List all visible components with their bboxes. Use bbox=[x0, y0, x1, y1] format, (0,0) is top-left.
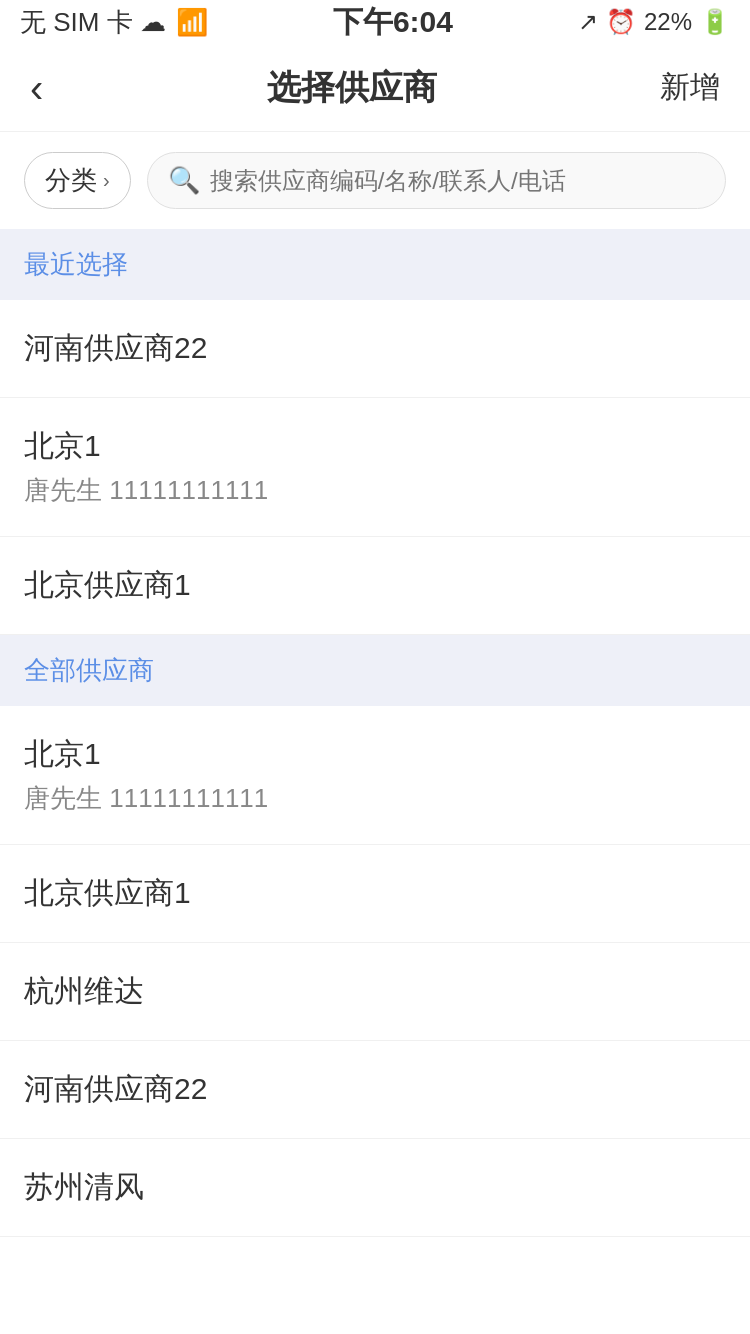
search-box[interactable]: 🔍 bbox=[147, 152, 726, 209]
section-header-text-recent: 最近选择 bbox=[24, 249, 128, 279]
supplier-name: 苏州清风 bbox=[24, 1167, 726, 1208]
list-item[interactable]: 北京1 唐先生 11111111111 bbox=[0, 398, 750, 537]
location-icon: ↗ bbox=[578, 8, 598, 36]
alarm-icon: ⏰ bbox=[606, 8, 636, 36]
supplier-name: 杭州维达 bbox=[24, 971, 726, 1012]
list-item[interactable]: 北京供应商1 bbox=[0, 537, 750, 635]
supplier-name: 北京1 bbox=[24, 734, 726, 775]
supplier-name: 北京1 bbox=[24, 426, 726, 467]
wifi-icon: 📶 bbox=[176, 7, 208, 38]
list-item[interactable]: 杭州维达 bbox=[0, 943, 750, 1041]
battery-icon: 🔋 bbox=[700, 8, 730, 36]
status-time: 下午6:04 bbox=[333, 2, 453, 43]
supplier-sub: 唐先生 11111111111 bbox=[24, 781, 726, 816]
list-item[interactable]: 苏州清风 bbox=[0, 1139, 750, 1237]
supplier-sub: 唐先生 11111111111 bbox=[24, 473, 726, 508]
category-filter[interactable]: 分类 › bbox=[24, 152, 131, 209]
add-button[interactable]: 新增 bbox=[660, 67, 720, 108]
page-title: 选择供应商 bbox=[267, 65, 437, 111]
status-bar: 无 SIM 卡 ☁ 📶 下午6:04 ↗ ⏰ 22% 🔋 bbox=[0, 0, 750, 44]
supplier-list: 最近选择河南供应商22 北京1 唐先生 11111111111 北京供应商1 全部供应商… bbox=[0, 229, 750, 1237]
status-left: 无 SIM 卡 ☁ 📶 bbox=[20, 5, 208, 40]
battery-label: 22% bbox=[644, 8, 692, 36]
status-right: ↗ ⏰ 22% 🔋 bbox=[578, 8, 730, 36]
list-item[interactable]: 河南供应商22 bbox=[0, 1041, 750, 1139]
nav-bar: ‹ 选择供应商 新增 bbox=[0, 44, 750, 132]
list-item[interactable]: 北京供应商1 bbox=[0, 845, 750, 943]
supplier-name: 河南供应商22 bbox=[24, 328, 726, 369]
list-item[interactable]: 北京1 唐先生 11111111111 bbox=[0, 706, 750, 845]
sim-label: 无 SIM 卡 ☁ bbox=[20, 5, 166, 40]
section-header-all: 全部供应商 bbox=[0, 635, 750, 706]
supplier-name: 北京供应商1 bbox=[24, 873, 726, 914]
supplier-name: 北京供应商1 bbox=[24, 565, 726, 606]
list-item[interactable]: 河南供应商22 bbox=[0, 300, 750, 398]
category-label: 分类 bbox=[45, 163, 97, 198]
search-input[interactable] bbox=[210, 167, 705, 195]
chevron-right-icon: › bbox=[103, 169, 110, 192]
filter-bar: 分类 › 🔍 bbox=[0, 132, 750, 229]
search-icon: 🔍 bbox=[168, 165, 200, 196]
back-button[interactable]: ‹ bbox=[30, 68, 43, 108]
section-header-text-all: 全部供应商 bbox=[24, 655, 154, 685]
supplier-name: 河南供应商22 bbox=[24, 1069, 726, 1110]
section-header-recent: 最近选择 bbox=[0, 229, 750, 300]
